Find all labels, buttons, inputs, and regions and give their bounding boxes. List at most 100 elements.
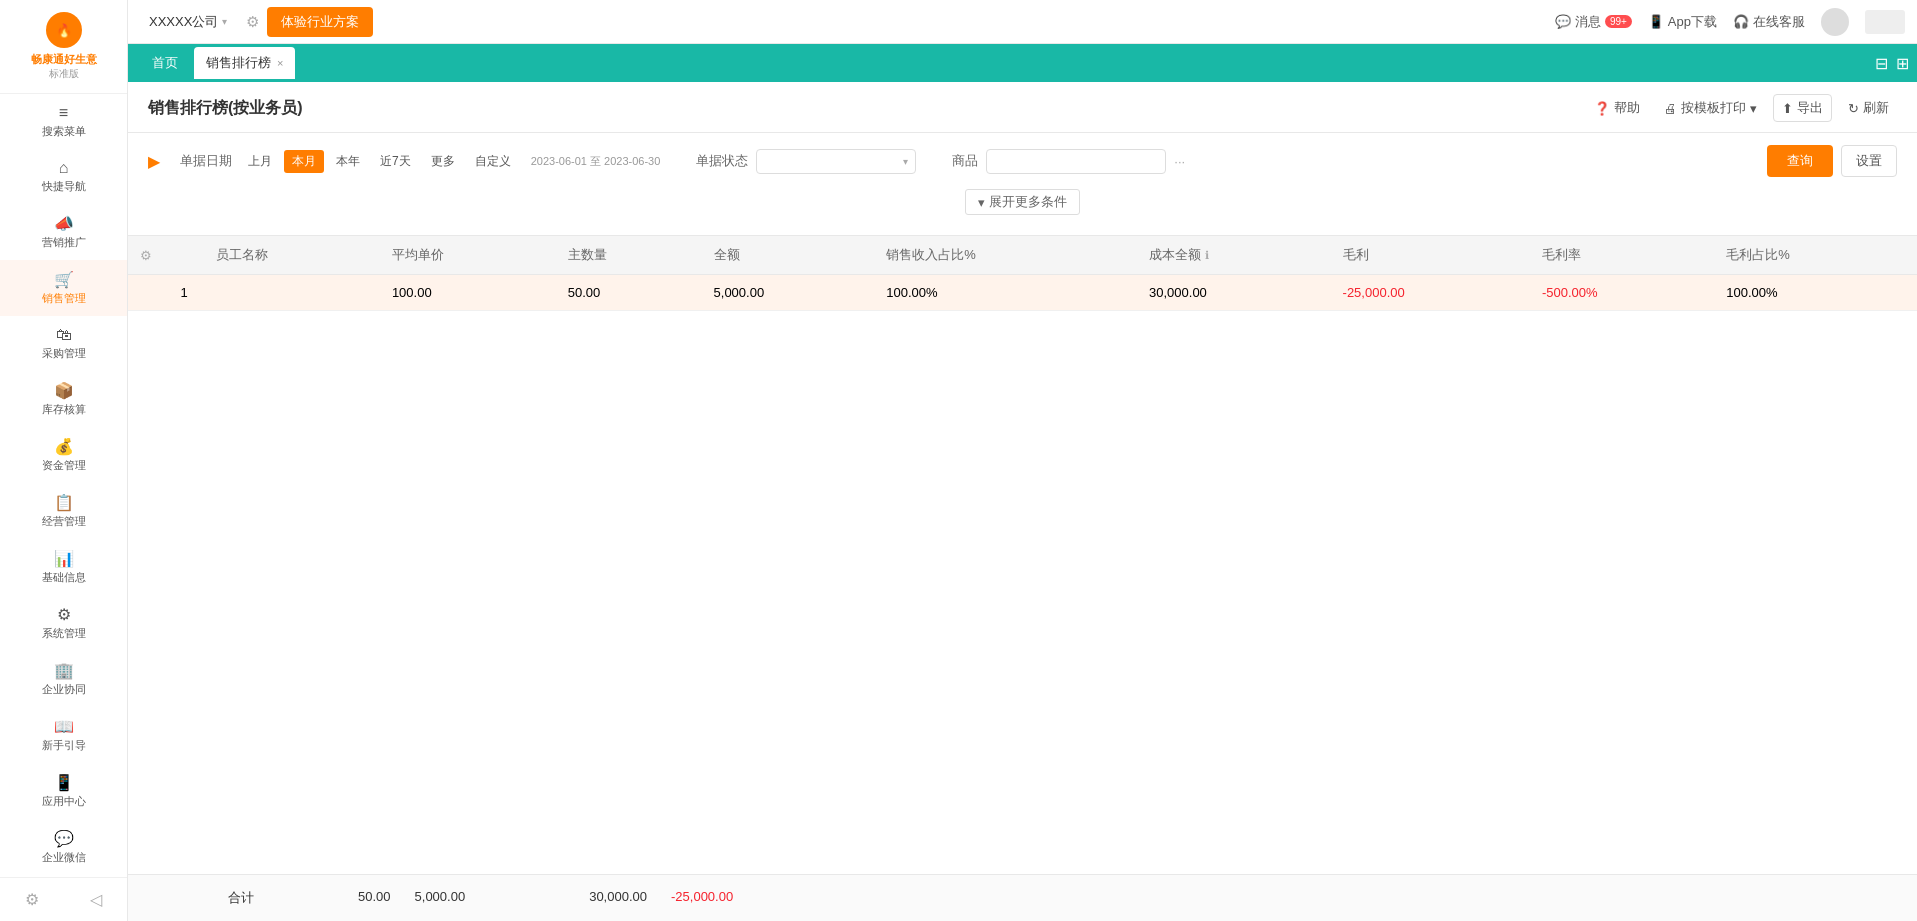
tab-home[interactable]: 首页 bbox=[136, 44, 194, 82]
more-filters-icon[interactable]: ··· bbox=[1174, 154, 1185, 169]
expand-more-button[interactable]: ▾ 展开更多条件 bbox=[965, 189, 1080, 215]
sidebar-item-business[interactable]: 📋 经营管理 bbox=[0, 483, 127, 539]
col-name: 员工名称 bbox=[204, 236, 380, 275]
refresh-button[interactable]: ↻ 刷新 bbox=[1840, 95, 1897, 121]
query-button[interactable]: 查询 bbox=[1767, 145, 1833, 177]
footer-label: 合计 bbox=[216, 885, 266, 911]
footer-cost-amount: 30,000.00 bbox=[577, 885, 659, 911]
filter-expand-arrow[interactable]: ▶ bbox=[148, 152, 160, 171]
filter-settings-button[interactable]: 设置 bbox=[1841, 145, 1897, 177]
cell-rank: 1 bbox=[164, 275, 204, 311]
help-button[interactable]: ❓ 帮助 bbox=[1586, 95, 1648, 121]
nav-icon-purchase: 🛍 bbox=[56, 326, 72, 344]
col-sales-pct: 销售收入占比% bbox=[874, 236, 1137, 275]
user-name-placeholder[interactable] bbox=[1865, 10, 1905, 34]
help-label: 帮助 bbox=[1614, 99, 1640, 117]
date-filter-group: 单据日期 上月 本月 本年 近7天 更多 自定义 2023-06-01 至 20… bbox=[180, 150, 660, 173]
sidebar-item-inventory[interactable]: 📦 库存核算 bbox=[0, 371, 127, 427]
date-btn-this-month[interactable]: 本月 bbox=[284, 150, 324, 173]
tab-close-icon[interactable]: × bbox=[277, 57, 283, 69]
column-settings-icon[interactable]: ⚙ bbox=[140, 248, 152, 263]
export-button[interactable]: ⬆ 导出 bbox=[1773, 94, 1832, 122]
cost-info-icon[interactable]: ℹ bbox=[1205, 249, 1209, 261]
nav-icon-marketing: 📣 bbox=[54, 214, 74, 233]
sidebar-item-search[interactable]: ≡ 搜索菜单 bbox=[0, 94, 127, 149]
template-print-button[interactable]: 🖨 按模板打印 ▾ bbox=[1656, 95, 1765, 121]
date-btn-last-7days[interactable]: 近7天 bbox=[372, 150, 419, 173]
sidebar-item-purchase[interactable]: 🛍 采购管理 bbox=[0, 316, 127, 371]
col-gross: 毛利 bbox=[1331, 236, 1530, 275]
sidebar-item-marketing[interactable]: 📣 营销推广 bbox=[0, 204, 127, 260]
footer-sales-pct-spacer bbox=[477, 885, 577, 911]
sidebar-item-wechat[interactable]: 💬 企业微信 bbox=[0, 819, 127, 875]
expand-row: ▾ 展开更多条件 bbox=[148, 185, 1897, 223]
date-btn-more[interactable]: 更多 bbox=[423, 150, 463, 173]
table-header: ⚙ 员工名称 平均单价 主数量 全额 销售收入占比% 成本全额 ℹ 毛利 毛利率… bbox=[128, 236, 1917, 275]
tab-minimize-icon[interactable]: ⊟ bbox=[1875, 54, 1888, 73]
col-avg-price: 平均单价 bbox=[380, 236, 556, 275]
table-footer: 合计 50.00 5,000.00 30,000.00 -25,000.00 bbox=[128, 874, 1917, 921]
sidebar-item-enterprise[interactable]: 🏢 企业协同 bbox=[0, 651, 127, 707]
cell-name bbox=[204, 275, 380, 311]
print-icon: 🖨 bbox=[1664, 101, 1677, 116]
sidebar-collapse-btn[interactable]: ◁ bbox=[86, 886, 106, 913]
app-logo-text: 畅康通好生意 bbox=[31, 52, 97, 67]
sidebar-item-apps[interactable]: 📱 应用中心 bbox=[0, 763, 127, 819]
date-btn-custom[interactable]: 自定义 bbox=[467, 150, 519, 173]
company-settings-icon[interactable]: ⚙ bbox=[246, 13, 259, 31]
goods-filter-group: 商品 ··· bbox=[952, 149, 1185, 174]
app-download-label: App下载 bbox=[1668, 13, 1717, 31]
nav-icon-shortcut: ⌂ bbox=[59, 159, 69, 177]
data-table: ⚙ 员工名称 平均单价 主数量 全额 销售收入占比% 成本全额 ℹ 毛利 毛利率… bbox=[128, 236, 1917, 311]
date-filter-label: 单据日期 bbox=[180, 152, 232, 170]
page-title: 销售排行榜(按业务员) bbox=[148, 98, 303, 119]
tab-bar-right: ⊟ ⊞ bbox=[1875, 54, 1909, 73]
status-filter-label: 单据状态 bbox=[696, 152, 748, 170]
template-print-label: 按模板打印 bbox=[1681, 99, 1746, 117]
trial-button[interactable]: 体验行业方案 bbox=[267, 7, 373, 37]
cell-avg-price: 100.00 bbox=[380, 275, 556, 311]
date-btn-this-year[interactable]: 本年 bbox=[328, 150, 368, 173]
sidebar-item-guide[interactable]: 📖 新手引导 bbox=[0, 707, 127, 763]
nav-icon-apps: 📱 bbox=[54, 773, 74, 792]
sidebar-item-shortcut[interactable]: ⌂ 快捷导航 bbox=[0, 149, 127, 204]
date-btn-last-month[interactable]: 上月 bbox=[240, 150, 280, 173]
sidebar-item-basic[interactable]: 📊 基础信息 bbox=[0, 539, 127, 595]
online-service-action[interactable]: 🎧 在线客服 bbox=[1733, 13, 1805, 31]
status-filter-group: 单据状态 ▾ bbox=[696, 149, 916, 174]
goods-filter-label: 商品 bbox=[952, 152, 978, 170]
refresh-label: 刷新 bbox=[1863, 99, 1889, 117]
page-content: 销售排行榜(按业务员) ❓ 帮助 🖨 按模板打印 ▾ ⬆ 导出 bbox=[128, 82, 1917, 921]
cell-settings bbox=[128, 275, 164, 311]
nav-icon-system: ⚙ bbox=[57, 605, 71, 624]
company-selector[interactable]: XXXXX公司 ▾ bbox=[140, 8, 236, 36]
refresh-icon: ↻ bbox=[1848, 101, 1859, 116]
cell-cost-amount: 30,000.00 bbox=[1137, 275, 1331, 311]
nav-label-inventory: 库存核算 bbox=[42, 402, 86, 417]
col-cost-amount: 成本全额 ℹ bbox=[1137, 236, 1331, 275]
app-logo-icon: 🔥 bbox=[46, 12, 82, 48]
sidebar-item-system[interactable]: ⚙ 系统管理 bbox=[0, 595, 127, 651]
col-settings[interactable]: ⚙ bbox=[128, 236, 164, 275]
cell-gross-rate: -500.00% bbox=[1530, 275, 1714, 311]
message-badge: 99+ bbox=[1605, 15, 1632, 28]
nav-label-business: 经营管理 bbox=[42, 514, 86, 529]
tab-sales-ranking[interactable]: 销售排行榜 × bbox=[194, 47, 295, 79]
nav-label-marketing: 营销推广 bbox=[42, 235, 86, 250]
footer-avg-price-spacer bbox=[266, 885, 346, 911]
footer-amount: 5,000.00 bbox=[403, 885, 478, 911]
sidebar-settings-btn[interactable]: ⚙ bbox=[21, 886, 43, 913]
nav-icon-wechat: 💬 bbox=[54, 829, 74, 848]
app-download-action[interactable]: 📱 App下载 bbox=[1648, 13, 1717, 31]
message-action[interactable]: 💬 消息 99+ bbox=[1555, 13, 1632, 31]
goods-filter-input[interactable] bbox=[986, 149, 1166, 174]
tab-maximize-icon[interactable]: ⊞ bbox=[1896, 54, 1909, 73]
nav-icon-search: ≡ bbox=[59, 104, 68, 122]
status-select[interactable] bbox=[756, 149, 916, 174]
col-gross-rate: 毛利率 bbox=[1530, 236, 1714, 275]
user-avatar[interactable] bbox=[1821, 8, 1849, 36]
sidebar-item-finance[interactable]: 💰 资金管理 bbox=[0, 427, 127, 483]
tab-label: 销售排行榜 bbox=[206, 54, 271, 72]
sidebar-item-sales[interactable]: 🛒 销售管理 bbox=[0, 260, 127, 316]
help-icon: ❓ bbox=[1594, 101, 1610, 116]
